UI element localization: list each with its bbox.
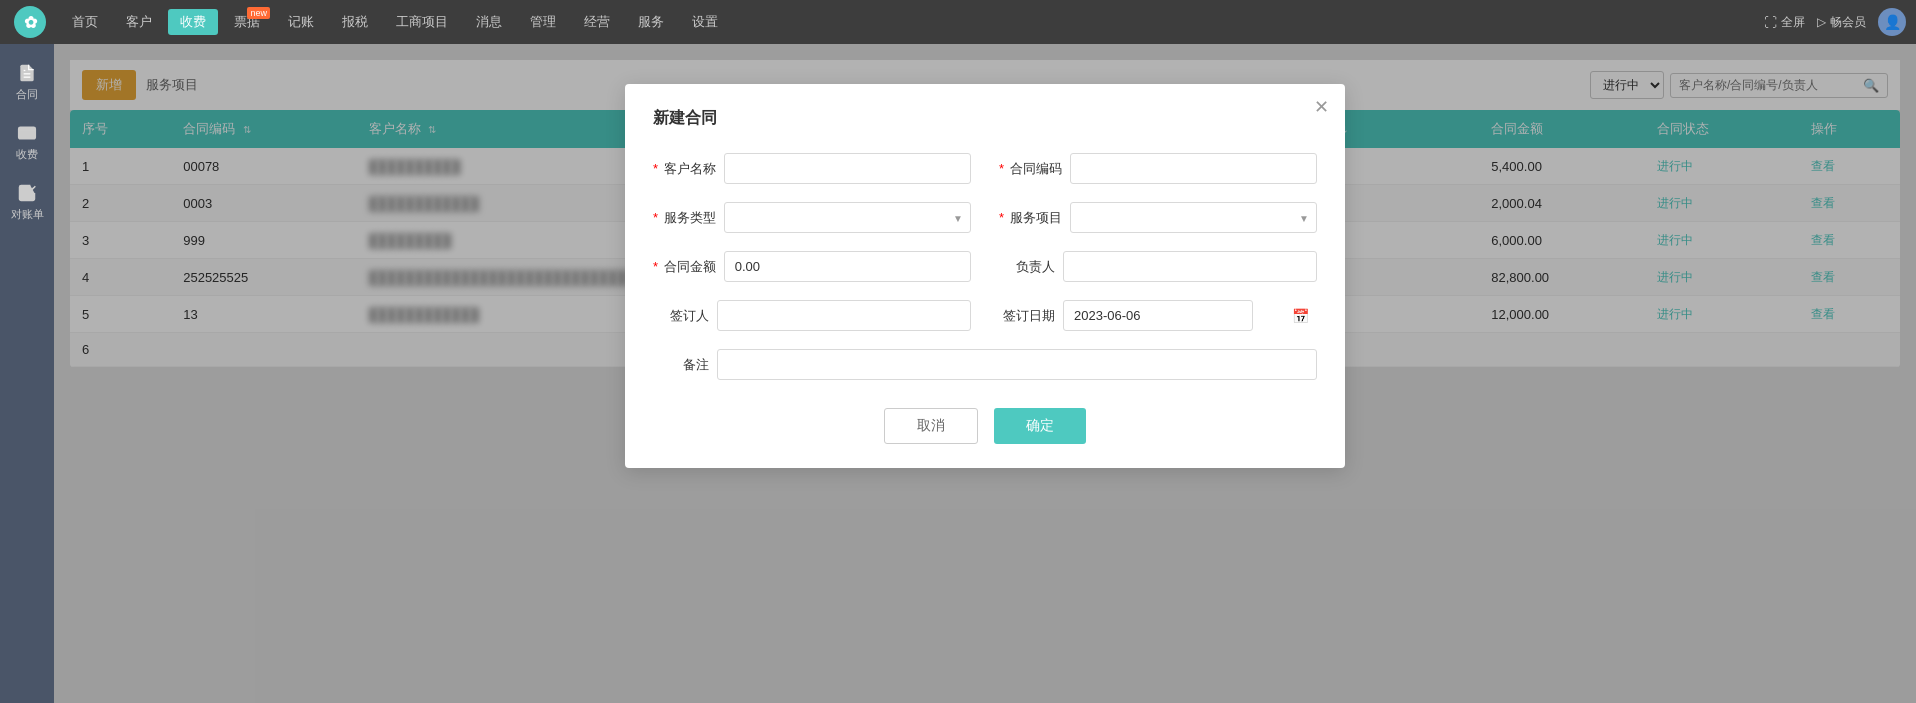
modal-close-button[interactable]: ✕ [1314, 98, 1329, 116]
service-type-select[interactable] [724, 202, 971, 233]
nav-menu: 首页 客户 收费 票据 new 记账 报税 工商项目 消息 管理 经营 [60, 9, 1764, 35]
modal-title: 新建合同 [653, 108, 1317, 129]
nav-item-customer[interactable]: 客户 [114, 9, 164, 35]
nav-item-message[interactable]: 消息 [464, 9, 514, 35]
nav-item-tax[interactable]: 报税 [330, 9, 380, 35]
play-icon: ▷ [1817, 15, 1826, 29]
fullscreen-button[interactable]: ⛶ 全屏 [1764, 14, 1805, 31]
modal-overlay: 新建合同 ✕ * 客户名称 * 合同编码 [54, 44, 1916, 703]
fullscreen-icon: ⛶ [1764, 15, 1777, 30]
sign-date-field: 签订日期 2023-06-06 📅 [999, 300, 1317, 331]
svg-rect-2 [19, 127, 36, 139]
contract-amount-input[interactable]: 0.00 [724, 251, 971, 282]
nav-item-bookkeeping[interactable]: 记账 [276, 9, 326, 35]
sidebar-item-statement[interactable]: 对账单 [2, 174, 52, 230]
sidebar: 合同 收费 对账单 [0, 44, 54, 703]
main-layout: 合同 收费 对账单 新增 服务项目 进行中 已完成 已终止 [0, 44, 1916, 703]
nav-item-operation[interactable]: 经营 [572, 9, 622, 35]
confirm-button[interactable]: 确定 [994, 408, 1086, 444]
nav-item-home[interactable]: 首页 [60, 9, 110, 35]
responsible-field: 负责人 [999, 251, 1317, 282]
service-type-field: * 服务类型 ▼ [653, 202, 971, 233]
avatar-icon: 👤 [1884, 14, 1901, 30]
top-navigation: ✿ 首页 客户 收费 票据 new 记账 报税 工商项目 消息 管理 [0, 0, 1916, 44]
contract-no-field: * 合同编码 [999, 153, 1317, 184]
signer-input[interactable] [717, 300, 971, 331]
statement-icon [16, 182, 38, 204]
modal-footer: 取消 确定 [653, 408, 1317, 444]
nav-item-settings[interactable]: 设置 [680, 9, 730, 35]
customer-name-field: * 客户名称 [653, 153, 971, 184]
sign-date-input[interactable]: 2023-06-06 [1063, 300, 1253, 331]
content-area: 新增 服务项目 进行中 已完成 已终止 🔍 序号 [54, 44, 1916, 703]
remark-field: 备注 [653, 349, 1317, 380]
avatar[interactable]: 👤 [1878, 8, 1906, 36]
sidebar-item-fee[interactable]: 收费 [2, 114, 52, 170]
modal-form: * 客户名称 * 合同编码 [653, 153, 1317, 380]
sidebar-item-contract[interactable]: 合同 [2, 54, 52, 110]
calendar-icon: 📅 [1292, 308, 1309, 324]
nav-right-area: ⛶ 全屏 ▷ 畅会员 👤 [1764, 8, 1906, 36]
nav-item-fee[interactable]: 收费 [168, 9, 218, 35]
nav-item-manage[interactable]: 管理 [518, 9, 568, 35]
contract-no-input[interactable] [1070, 153, 1317, 184]
new-badge: new [247, 7, 270, 19]
signer-field: 签订人 [653, 300, 971, 331]
cancel-button[interactable]: 取消 [884, 408, 978, 444]
service-item-select[interactable] [1070, 202, 1317, 233]
contract-amount-field: * 合同金额 0.00 [653, 251, 971, 282]
new-contract-modal: 新建合同 ✕ * 客户名称 * 合同编码 [625, 84, 1345, 468]
nav-item-service[interactable]: 服务 [626, 9, 676, 35]
app-logo[interactable]: ✿ [10, 2, 50, 42]
member-button[interactable]: ▷ 畅会员 [1817, 14, 1866, 31]
customer-name-input[interactable] [724, 153, 971, 184]
contract-icon [16, 62, 38, 84]
logo-icon: ✿ [14, 6, 46, 38]
nav-item-invoice[interactable]: 票据 new [222, 9, 272, 35]
service-item-field: * 服务项目 ▼ [999, 202, 1317, 233]
nav-item-bizproject[interactable]: 工商项目 [384, 9, 460, 35]
remark-input[interactable] [717, 349, 1317, 380]
responsible-input[interactable] [1063, 251, 1317, 282]
fee-icon [16, 122, 38, 144]
